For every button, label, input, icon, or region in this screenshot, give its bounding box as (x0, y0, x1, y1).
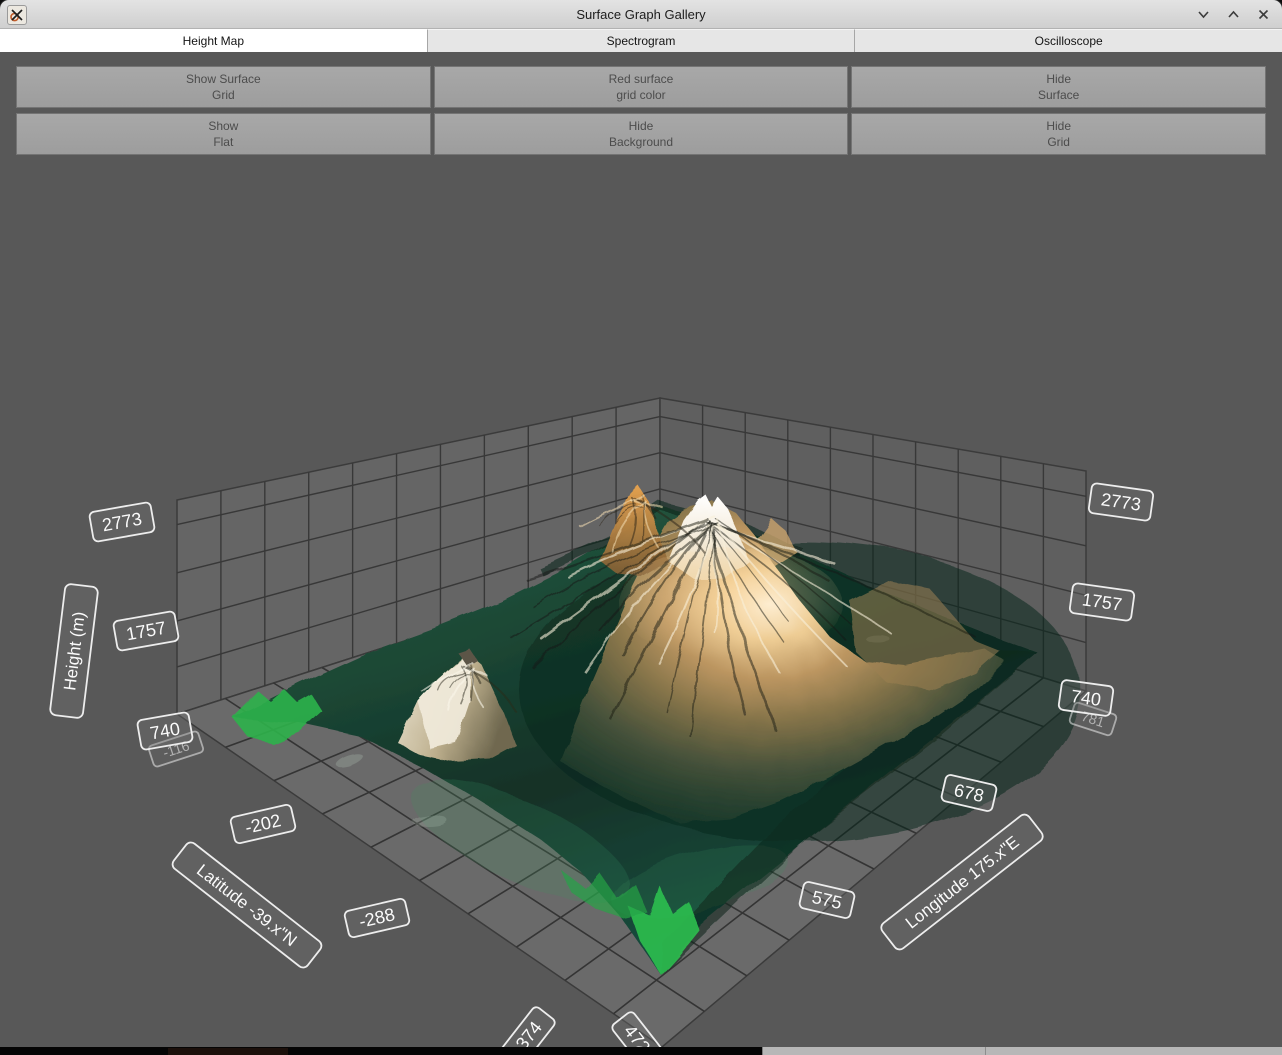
tab-bar: Height Map Spectrogram Oscilloscope (0, 29, 1282, 52)
show-flat-button[interactable]: Show Flat (16, 113, 431, 155)
close-button[interactable] (1252, 3, 1274, 25)
surface-plot[interactable]: Height (m) 2773 1757 -116 740 2773 (0, 159, 1282, 1047)
hide-grid-button[interactable]: Hide Grid (851, 113, 1266, 155)
hide-background-button[interactable]: Hide Background (434, 113, 849, 155)
hide-surface-button[interactable]: Hide Surface (851, 66, 1266, 108)
desktop-strip (0, 1047, 1282, 1055)
title-bar[interactable]: Surface Graph Gallery (0, 0, 1282, 29)
svg-text:740: 740 (1070, 686, 1103, 710)
maximize-button[interactable] (1222, 3, 1244, 25)
x-application-icon (7, 5, 27, 25)
show-surface-grid-button[interactable]: Show Surface Grid (16, 66, 431, 108)
background-window-fragment (762, 1047, 1282, 1055)
tab-oscilloscope[interactable]: Oscilloscope (855, 29, 1282, 52)
close-icon (1257, 8, 1270, 21)
background-window-divider (985, 1047, 986, 1055)
application-window: Surface Graph Gallery Height Map Spectro… (0, 0, 1282, 1047)
tab-spectrogram[interactable]: Spectrogram (428, 29, 856, 52)
tab-height-map[interactable]: Height Map (0, 29, 428, 52)
background-window-fragment (168, 1048, 288, 1055)
red-surface-grid-color-button[interactable]: Red surface grid color (434, 66, 849, 108)
minimize-button[interactable] (1192, 3, 1214, 25)
chevron-down-icon (1197, 8, 1210, 21)
toolbar: Show Surface Grid Red surface grid color… (16, 66, 1266, 155)
window-title: Surface Graph Gallery (0, 7, 1282, 22)
chevron-up-icon (1227, 8, 1240, 21)
axis-tick-height-740-right: 740 (1058, 680, 1114, 717)
height-map-panel: Show Surface Grid Red surface grid color… (0, 52, 1282, 1047)
